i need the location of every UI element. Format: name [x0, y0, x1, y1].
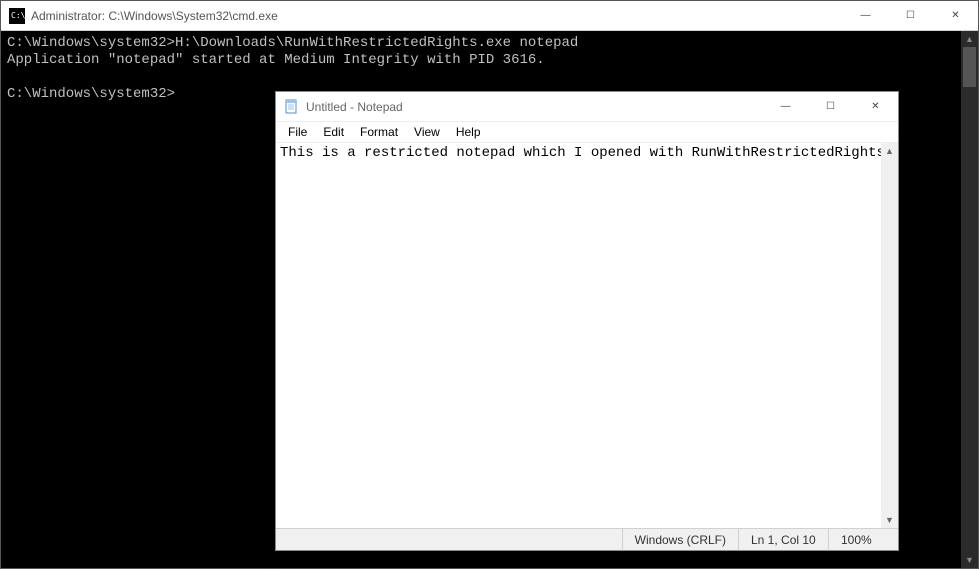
minimize-button[interactable]: —: [843, 1, 888, 30]
scroll-up-icon[interactable]: ▲: [881, 143, 898, 159]
maximize-button[interactable]: ☐: [808, 92, 853, 121]
menu-edit[interactable]: Edit: [315, 123, 352, 141]
cmd-line: C:\Windows\system32>H:\Downloads\RunWith…: [7, 35, 578, 51]
menu-file[interactable]: File: [280, 123, 315, 141]
close-button[interactable]: ✕: [853, 92, 898, 121]
notepad-icon: [284, 99, 300, 115]
cmd-title: Administrator: C:\Windows\System32\cmd.e…: [31, 9, 843, 23]
cmd-titlebar[interactable]: C:\ Administrator: C:\Windows\System32\c…: [1, 1, 978, 31]
notepad-titlebar[interactable]: Untitled - Notepad — ☐ ✕: [276, 92, 898, 122]
close-button[interactable]: ✕: [933, 1, 978, 30]
scroll-thumb[interactable]: [963, 47, 976, 87]
notepad-menubar: File Edit Format View Help: [276, 122, 898, 142]
cmd-icon: C:\: [9, 8, 25, 24]
cmd-window-controls: — ☐ ✕: [843, 1, 978, 30]
maximize-button[interactable]: ☐: [888, 1, 933, 30]
cmd-line: Application "notepad" started at Medium …: [7, 52, 545, 68]
menu-format[interactable]: Format: [352, 123, 406, 141]
status-cursor-position: Ln 1, Col 10: [738, 529, 828, 550]
menu-help[interactable]: Help: [448, 123, 489, 141]
notepad-scrollbar[interactable]: ▲ ▼: [881, 143, 898, 528]
scroll-down-icon[interactable]: ▼: [961, 552, 978, 568]
notepad-window: Untitled - Notepad — ☐ ✕ File Edit Forma…: [275, 91, 899, 551]
notepad-statusbar: Windows (CRLF) Ln 1, Col 10 100%: [276, 528, 898, 550]
cmd-scrollbar[interactable]: ▲ ▼: [961, 31, 978, 568]
notepad-window-controls: — ☐ ✕: [763, 92, 898, 121]
status-eol: Windows (CRLF): [622, 529, 738, 550]
scroll-down-icon[interactable]: ▼: [881, 512, 898, 528]
status-zoom: 100%: [828, 529, 898, 550]
notepad-content[interactable]: This is a restricted notepad which I ope…: [276, 143, 898, 163]
notepad-title: Untitled - Notepad: [306, 100, 763, 114]
minimize-button[interactable]: —: [763, 92, 808, 121]
scroll-up-icon[interactable]: ▲: [961, 31, 978, 47]
cmd-line: C:\Windows\system32>: [7, 86, 175, 102]
notepad-textarea[interactable]: This is a restricted notepad which I ope…: [276, 142, 898, 528]
menu-view[interactable]: View: [406, 123, 448, 141]
